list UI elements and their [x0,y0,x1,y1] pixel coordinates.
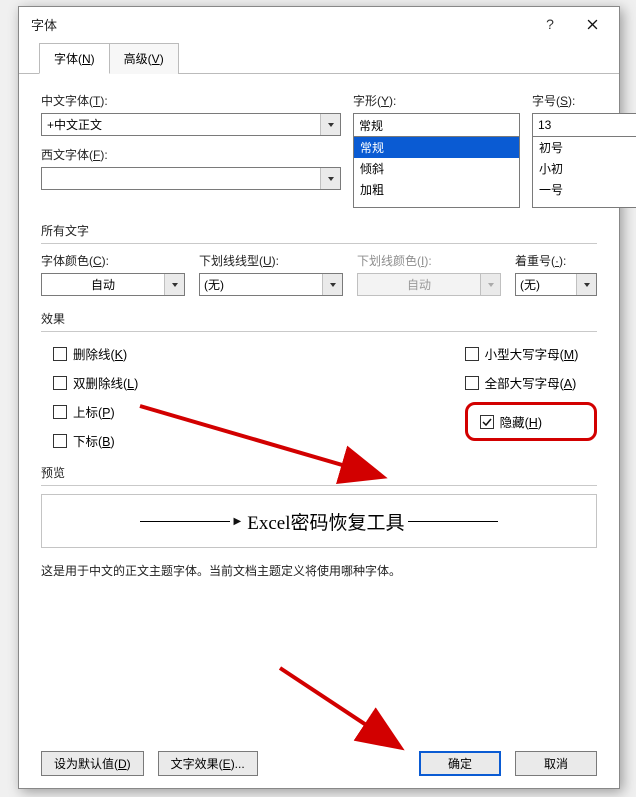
style-label: 字形(Y): [353,92,520,109]
strike-checkbox[interactable]: 删除线(K) [53,344,138,363]
font-color-value: 自动 [42,274,164,295]
style-input[interactable] [353,113,520,136]
superscript-checkbox[interactable]: 上标(P) [53,402,138,421]
ok-button[interactable]: 确定 [419,751,501,776]
size-option-0[interactable]: 初号 [533,137,636,158]
underline-color-dropdown: 自动 [357,273,501,296]
checkbox-icon [53,347,67,361]
effects-area: 删除线(K) 双删除线(L) 上标(P) 下标(B) 小型大 [41,340,597,450]
emphasis-dd-button[interactable] [576,274,596,295]
size-listbox[interactable]: 初号 小初 一号 [532,136,636,208]
size-label: 字号(S): [532,92,636,109]
underline-style-col: 下划线线型(U): (无) [199,252,343,296]
all-text-section-label: 所有文字 [41,222,597,244]
cn-font-combo[interactable] [41,113,341,136]
size-option-1[interactable]: 小初 [533,158,636,179]
font-color-dd-button[interactable] [164,274,184,295]
font-left-col: 中文字体(T): 西文字体(F): [41,92,341,208]
size-input[interactable] [532,113,636,136]
subscript-checkbox[interactable]: 下标(B) [53,431,138,450]
titlebar: 字体 ? [19,7,619,41]
subscript-label: 下标(B) [73,431,115,450]
underline-style-value: (无) [200,274,322,295]
all-caps-checkbox[interactable]: 全部大写字母(A) [465,373,577,392]
west-font-input[interactable] [42,168,320,189]
set-default-button[interactable]: 设为默认值(D) [41,751,144,776]
font-color-col: 字体颜色(C): 自动 [41,252,185,296]
cancel-button[interactable]: 取消 [515,751,597,776]
emphasis-col: 着重号(·): (无) [515,252,597,296]
help-button[interactable]: ? [529,10,571,38]
size-col: 字号(S): 初号 小初 一号 [532,92,636,208]
hidden-checkbox[interactable]: 隐藏(H) [480,412,542,431]
font-color-dropdown[interactable]: 自动 [41,273,185,296]
preview-underline-right [408,521,498,522]
underline-color-dd-button [480,274,500,295]
cn-font-input[interactable] [42,114,320,135]
strike-label: 删除线(K) [73,344,127,363]
underline-style-label: 下划线线型(U): [199,252,343,269]
checkbox-icon [53,376,67,390]
preview-marker-icon: ▶ [234,516,242,527]
font-row: 中文字体(T): 西文字体(F): 字形(Y): [41,92,597,208]
double-strike-checkbox[interactable]: 双删除线(L) [53,373,138,392]
checkbox-icon [465,347,479,361]
small-caps-checkbox[interactable]: 小型大写字母(M) [465,344,579,363]
effects-left: 删除线(K) 双删除线(L) 上标(P) 下标(B) [41,340,138,450]
underline-color-value: 自动 [358,274,480,295]
double-strike-label: 双删除线(L) [73,373,138,392]
emphasis-dropdown[interactable]: (无) [515,273,597,296]
hidden-highlight-box: 隐藏(H) [465,402,597,441]
west-font-dropdown-button[interactable] [320,168,340,189]
hidden-label: 隐藏(H) [500,412,542,431]
all-text-row: 字体颜色(C): 自动 下划线线型(U): (无) 下划线颜色(I): 自动 [41,252,597,296]
checkbox-icon [53,434,67,448]
style-option-bold[interactable]: 加粗 [354,179,519,200]
checkbox-icon [480,415,494,429]
effects-section-label: 效果 [41,310,597,332]
preview-box: ▶ Excel密码恢复工具 [41,494,597,548]
dialog-content: 中文字体(T): 西文字体(F): 字形(Y): [19,74,619,738]
tab-advanced[interactable]: 高级(V) [109,43,179,74]
preview-section-label: 预览 [41,464,597,486]
style-col: 字形(Y): 常规 倾斜 加粗 [353,92,520,208]
checkbox-icon [53,405,67,419]
text-effects-button[interactable]: 文字效果(E)... [158,751,258,776]
west-font-label: 西文字体(F): [41,146,341,163]
font-color-label: 字体颜色(C): [41,252,185,269]
cn-font-dropdown-button[interactable] [320,114,340,135]
style-option-regular[interactable]: 常规 [354,137,519,158]
all-caps-label: 全部大写字母(A) [485,373,577,392]
small-caps-label: 小型大写字母(M) [485,344,579,363]
preview-sample-text: Excel密码恢复工具 [247,508,404,535]
checkbox-icon [465,376,479,390]
underline-color-label: 下划线颜色(I): [357,252,501,269]
style-option-italic[interactable]: 倾斜 [354,158,519,179]
superscript-label: 上标(P) [73,402,115,421]
emphasis-value: (无) [516,274,576,295]
cn-font-label: 中文字体(T): [41,92,341,109]
underline-color-col: 下划线颜色(I): 自动 [357,252,501,296]
tab-strip: 字体(N) 高级(V) [19,41,619,74]
buttons-bar: 设为默认值(D) 文字效果(E)... 确定 取消 [19,738,619,788]
size-option-2[interactable]: 一号 [533,179,636,200]
effects-right: 小型大写字母(M) 全部大写字母(A) 隐藏(H) [465,340,597,450]
preview-desc: 这是用于中文的正文主题字体。当前文档主题定义将使用哪种字体。 [41,562,597,579]
west-font-combo[interactable] [41,167,341,190]
underline-style-dropdown[interactable]: (无) [199,273,343,296]
dialog-title: 字体 [31,15,529,34]
style-listbox[interactable]: 常规 倾斜 加粗 [353,136,520,208]
underline-style-dd-button[interactable] [322,274,342,295]
font-dialog: 字体 ? 字体(N) 高级(V) 中文字体(T): 西文字体(F): [18,6,620,789]
emphasis-label: 着重号(·): [515,252,597,269]
close-button[interactable] [571,10,613,38]
tab-font[interactable]: 字体(N) [39,43,110,74]
preview-underline-left [140,521,230,522]
